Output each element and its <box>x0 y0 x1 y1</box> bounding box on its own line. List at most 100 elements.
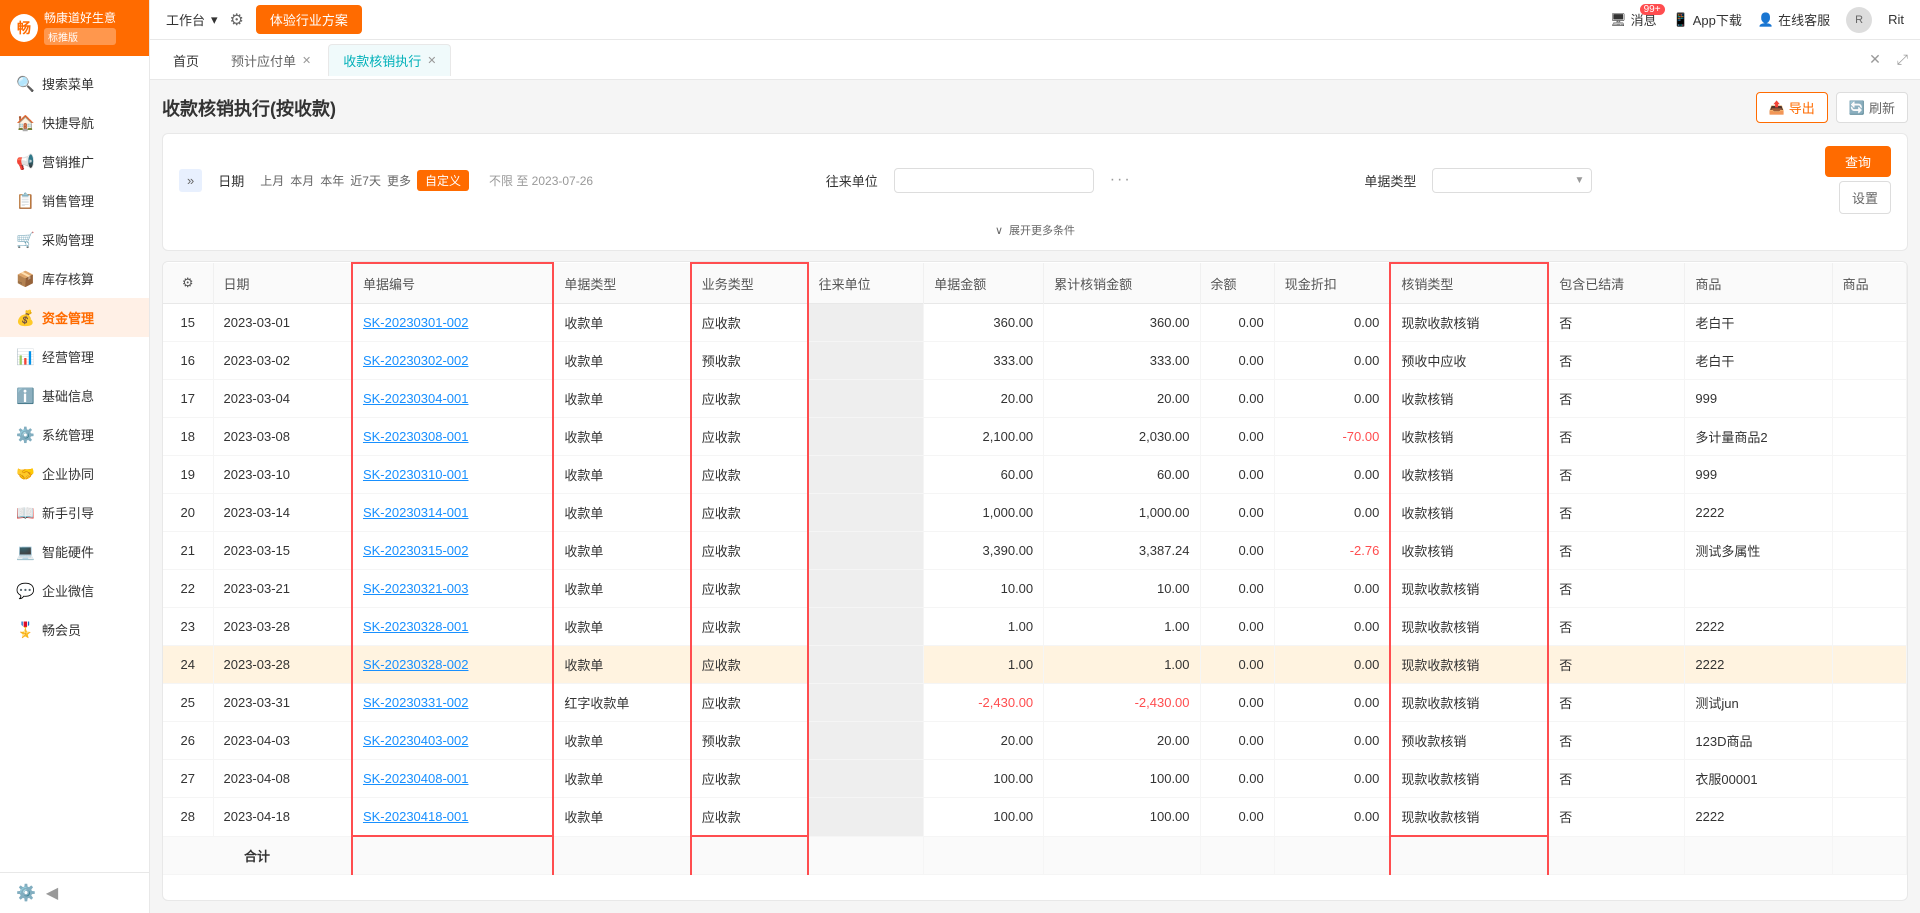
partner-input[interactable] <box>894 168 1094 193</box>
wechat-icon: 💬 <box>16 582 34 600</box>
cell-include-clear: 否 <box>1548 342 1685 380</box>
voucher-type-label: 单据类型 <box>1364 171 1416 190</box>
cell-verify-type: 现款收款核销 <box>1390 760 1548 798</box>
cell-include-clear: 否 <box>1548 760 1685 798</box>
sidebar-item-hardware[interactable]: 💻智能硬件 <box>0 532 149 571</box>
sidebar-item-search[interactable]: 🔍搜索菜单 <box>0 64 149 103</box>
sidebar-item-purchase[interactable]: 🛒采购管理 <box>0 220 149 259</box>
cell-date: 2023-03-14 <box>213 494 352 532</box>
sidebar-item-operations[interactable]: 📊经营管理 <box>0 337 149 376</box>
tab-close-all-icon[interactable]: ✕ <box>1865 47 1885 72</box>
tab-home-label: 首页 <box>173 51 199 70</box>
voucher-type-select[interactable] <box>1432 168 1592 193</box>
cell-voucher-no[interactable]: SK-20230315-002 <box>352 532 553 570</box>
sidebar-item-basic[interactable]: ℹ️基础信息 <box>0 376 149 415</box>
expand-more-row[interactable]: ∨ 展开更多条件 <box>179 222 1891 238</box>
cell-voucher-no[interactable]: SK-20230331-002 <box>352 684 553 722</box>
username-label[interactable]: Rit <box>1888 12 1904 27</box>
filter-expand-button[interactable]: » <box>179 169 202 192</box>
recent7-link[interactable]: 近7天 <box>350 172 381 189</box>
cell-verify-type: 收款核销 <box>1390 532 1548 570</box>
cell-partner <box>808 532 924 570</box>
cell-verified: 333.00 <box>1044 342 1200 380</box>
cell-voucher-no[interactable]: SK-20230403-002 <box>352 722 553 760</box>
cell-balance: 0.00 <box>1200 646 1274 684</box>
cell-voucher-no[interactable]: SK-20230314-001 <box>352 494 553 532</box>
cell-seq: 17 <box>163 380 213 418</box>
cell-voucher-no[interactable]: SK-20230418-001 <box>352 798 553 837</box>
online-service-button[interactable]: 👤 在线客服 <box>1758 10 1830 29</box>
tab-pre-payment[interactable]: 预计应付单 ✕ <box>216 44 326 76</box>
app-icon: 📱 <box>1673 12 1689 28</box>
cell-partner <box>808 342 924 380</box>
workspace-selector[interactable]: 工作台 ▾ <box>166 10 218 29</box>
filter-settings-button[interactable]: 设置 <box>1839 181 1891 214</box>
cell-cash-discount: 0.00 <box>1274 608 1390 646</box>
cell-biz-type: 应收款 <box>691 798 808 837</box>
refresh-button[interactable]: 🔄 刷新 <box>1836 92 1908 123</box>
cell-date: 2023-03-21 <box>213 570 352 608</box>
total-goods2 <box>1832 836 1906 874</box>
this-month-link[interactable]: 本月 <box>290 172 314 189</box>
sidebar-item-enterprise[interactable]: 🤝企业协同 <box>0 454 149 493</box>
cell-balance: 0.00 <box>1200 342 1274 380</box>
cell-goods2 <box>1832 684 1906 722</box>
tab-collection[interactable]: 收款核销执行 ✕ <box>328 44 451 76</box>
sidebar-item-finance[interactable]: 💰资金管理 <box>0 298 149 337</box>
total-goods <box>1685 836 1832 874</box>
sidebar-item-marketing[interactable]: 📢营销推广 <box>0 142 149 181</box>
cell-amount: 1.00 <box>924 646 1044 684</box>
sidebar-item-guide[interactable]: 📖新手引导 <box>0 493 149 532</box>
table-row: 17 2023-03-04 SK-20230304-001 收款单 应收款 20… <box>163 380 1907 418</box>
cell-voucher-no[interactable]: SK-20230328-002 <box>352 646 553 684</box>
sidebar-item-inventory[interactable]: 📦库存核算 <box>0 259 149 298</box>
query-button[interactable]: 查询 <box>1825 146 1891 177</box>
cell-voucher-type: 收款单 <box>553 798 690 837</box>
cell-voucher-no[interactable]: SK-20230321-003 <box>352 570 553 608</box>
tab-home[interactable]: 首页 <box>158 44 214 76</box>
workspace-label: 工作台 <box>166 10 205 29</box>
cell-goods2 <box>1832 532 1906 570</box>
tab-expand-icon[interactable]: ⤢ <box>1893 47 1912 72</box>
header-gear-icon[interactable]: ⚙ <box>230 10 244 30</box>
cell-biz-type: 应收款 <box>691 380 808 418</box>
cell-partner <box>808 570 924 608</box>
table-row: 19 2023-03-10 SK-20230310-001 收款单 应收款 60… <box>163 456 1907 494</box>
table-row: 27 2023-04-08 SK-20230408-001 收款单 应收款 10… <box>163 760 1907 798</box>
cell-include-clear: 否 <box>1548 646 1685 684</box>
more-link[interactable]: 更多 <box>387 172 411 189</box>
cell-biz-type: 应收款 <box>691 418 808 456</box>
cell-voucher-no[interactable]: SK-20230304-001 <box>352 380 553 418</box>
tab-collection-close[interactable]: ✕ <box>427 54 436 67</box>
sidebar-item-sales[interactable]: 📋销售管理 <box>0 181 149 220</box>
cell-voucher-no[interactable]: SK-20230301-002 <box>352 304 553 342</box>
quick-nav-icon: 🏠 <box>16 114 34 132</box>
last-month-link[interactable]: 上月 <box>260 172 284 189</box>
solution-button[interactable]: 体验行业方案 <box>256 5 362 34</box>
cell-voucher-type: 收款单 <box>553 760 690 798</box>
tab-collection-label: 收款核销执行 <box>343 51 421 70</box>
sidebar-item-system[interactable]: ⚙️系统管理 <box>0 415 149 454</box>
messages-button[interactable]: 🖥 消息 99+ <box>1610 10 1657 29</box>
app-download-button[interactable]: 📱 App下载 <box>1673 10 1742 29</box>
cell-voucher-no[interactable]: SK-20230302-002 <box>352 342 553 380</box>
this-year-link[interactable]: 本年 <box>320 172 344 189</box>
settings-icon[interactable]: ⚙️ <box>16 883 36 903</box>
sidebar-item-wechat[interactable]: 💬企业微信 <box>0 571 149 610</box>
custom-date-button[interactable]: 自定义 <box>417 170 469 191</box>
filter-bar: » 日期 上月 本月 本年 近7天 更多 自定义 不限 至 2023-07-26… <box>162 133 1908 251</box>
collapse-icon[interactable]: ◀ <box>46 883 58 903</box>
sidebar-item-member[interactable]: 🎖️畅会员 <box>0 610 149 649</box>
cell-goods: 老白干 <box>1685 304 1832 342</box>
cell-include-clear: 否 <box>1548 456 1685 494</box>
cell-voucher-no[interactable]: SK-20230310-001 <box>352 456 553 494</box>
sidebar-item-quick-nav[interactable]: 🏠快捷导航 <box>0 103 149 142</box>
cell-voucher-no[interactable]: SK-20230328-001 <box>352 608 553 646</box>
sidebar-bottom: ⚙️ ◀ <box>0 872 149 913</box>
cell-voucher-no[interactable]: SK-20230308-001 <box>352 418 553 456</box>
sidebar-item-label: 销售管理 <box>42 191 94 210</box>
tab-pre-payment-close[interactable]: ✕ <box>302 54 311 67</box>
export-button[interactable]: 📤 导出 <box>1756 92 1828 123</box>
cell-voucher-no[interactable]: SK-20230408-001 <box>352 760 553 798</box>
sidebar-logo-badge: 标推版 <box>44 28 116 45</box>
